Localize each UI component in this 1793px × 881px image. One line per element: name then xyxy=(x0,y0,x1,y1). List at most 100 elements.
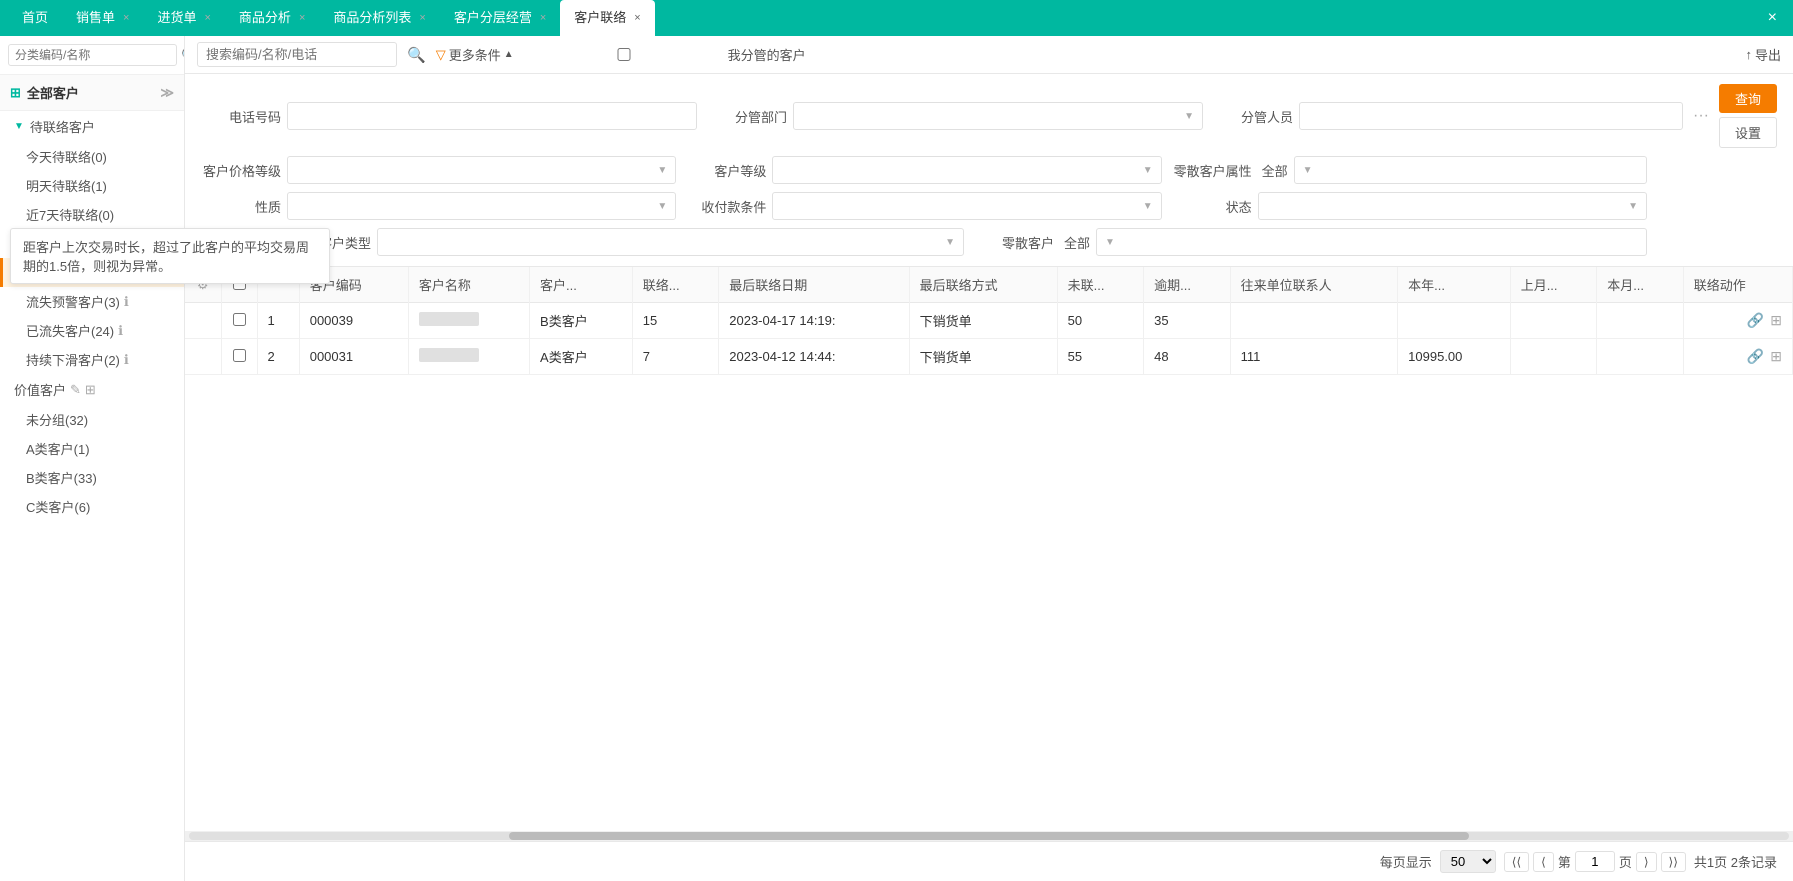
scrollbar-thumb[interactable] xyxy=(509,832,1469,840)
chevron-down-icon-9: ▼ xyxy=(1105,237,1115,248)
sidebar-item-churn-warning[interactable]: 流失预警客户(3) ℹ xyxy=(0,287,184,316)
sidebar-pending-group[interactable]: ▼ 待联络客户 xyxy=(0,111,184,142)
row-2-checkbox[interactable] xyxy=(233,349,246,362)
page-label: 第 xyxy=(1558,852,1571,871)
dots-button[interactable]: ··· xyxy=(1693,107,1709,125)
td-lastmonth-2 xyxy=(1510,339,1597,375)
row-1-checkbox[interactable] xyxy=(233,313,246,326)
top-navigation: 首页 销售单 × 进货单 × 商品分析 × 商品分析列表 × 客户分层经营 × … xyxy=(0,0,1793,36)
sidebar-item-churned[interactable]: 已流失客户(24) ℹ xyxy=(0,316,184,345)
nav-sales-close[interactable]: × xyxy=(123,0,129,36)
td-type-2: A类客户 xyxy=(530,339,633,375)
query-button[interactable]: 查询 xyxy=(1719,84,1777,113)
th-last-method: 最后联络方式 xyxy=(909,267,1057,303)
sidebar-item-ungroup[interactable]: 未分组(32) xyxy=(0,405,184,434)
filter-status-select[interactable]: ▼ xyxy=(1258,192,1647,220)
filter-nature-select[interactable]: ▼ xyxy=(287,192,676,220)
sidebar-item-today[interactable]: 今天待联络(0) xyxy=(0,142,184,171)
link-icon-1[interactable]: 🔗 xyxy=(1747,312,1764,329)
th-last-date: 最后联络日期 xyxy=(719,267,909,303)
last-method-link-1[interactable]: 下销货单 xyxy=(920,314,972,329)
td-actions-1: 🔗 ⊞ xyxy=(1683,303,1792,339)
sidebar-item-class-b[interactable]: B类客户(33) xyxy=(0,463,184,492)
nav-sales[interactable]: 销售单 × xyxy=(62,0,143,36)
page-number-input[interactable] xyxy=(1575,851,1615,872)
filter-price-level-select[interactable]: ▼ xyxy=(287,156,676,184)
nav-analysis[interactable]: 商品分析 × xyxy=(225,0,319,36)
sidebar-item-ungroup-label: 未分组(32) xyxy=(26,410,88,429)
sidebar-item-7days[interactable]: 近7天待联络(0) xyxy=(0,200,184,229)
sidebar-search-input[interactable] xyxy=(8,44,177,66)
filter-payment-select[interactable]: ▼ xyxy=(772,192,1161,220)
filter-retail-attr-select[interactable]: ▼ xyxy=(1294,156,1647,184)
td-code-2: 000031 xyxy=(299,339,408,375)
nav-customer-segment[interactable]: 客户分层经营 × xyxy=(440,0,560,36)
my-customers-checkbox-wrap[interactable]: 我分管的客户 xyxy=(524,45,806,64)
grid-icon-2[interactable]: ⊞ xyxy=(1770,348,1782,365)
filter-phone-label: 电话号码 xyxy=(201,107,281,126)
config-icon[interactable]: ⊞ xyxy=(85,382,96,398)
my-customers-checkbox[interactable] xyxy=(524,48,724,61)
filter-dept-select[interactable]: ▼ xyxy=(793,102,1203,130)
td-lastmethod-2: 下销货单 xyxy=(909,339,1057,375)
nav-home[interactable]: 首页 xyxy=(8,0,62,36)
sidebar-item-declining[interactable]: 持续下滑客户(2) ℹ xyxy=(0,345,184,374)
filter-cell-customer-level: 客户等级 ▼ xyxy=(686,156,1161,184)
sidebar-pending-label: 待联络客户 xyxy=(30,117,95,136)
td-lastmonth-1 xyxy=(1510,303,1597,339)
nav-analysis-close[interactable]: × xyxy=(299,0,305,36)
prev-page-button[interactable]: ⟨ xyxy=(1533,852,1554,872)
filter-customer-level-label: 客户等级 xyxy=(686,161,766,180)
td-overdue-2: 48 xyxy=(1144,339,1231,375)
last-page-button[interactable]: ⟩⟩ xyxy=(1661,852,1686,872)
sidebar-item-7days-label: 近7天待联络(0) xyxy=(26,205,114,224)
export-icon: ↑ xyxy=(1745,47,1752,62)
nav-purchase-close[interactable]: × xyxy=(204,0,210,36)
td-contacts-2: 111 xyxy=(1230,339,1398,375)
sidebar-item-tomorrow[interactable]: 明天待联络(1) xyxy=(0,171,184,200)
filter-phone-input[interactable] xyxy=(287,102,697,130)
sidebar-item-class-c[interactable]: C类客户(6) xyxy=(0,492,184,521)
link-icon-2[interactable]: 🔗 xyxy=(1747,348,1764,365)
more-filters-button[interactable]: ▽ 更多条件 ▲ xyxy=(436,45,514,64)
tooltip-box: 距客户上次交易时长，超过了此客户的平均交易周期的1.5倍，则视为异常。 xyxy=(10,228,330,284)
window-close-button[interactable]: × xyxy=(1760,9,1785,27)
next-page-button[interactable]: ⟩ xyxy=(1636,852,1657,872)
first-page-button[interactable]: ⟨⟨ xyxy=(1504,852,1529,872)
nav-purchase[interactable]: 进货单 × xyxy=(143,0,224,36)
last-method-link-2[interactable]: 下销货单 xyxy=(920,350,972,365)
nav-analysis-list-close[interactable]: × xyxy=(419,0,425,36)
horizontal-scrollbar[interactable] xyxy=(185,831,1793,841)
filter-retail-customer-select[interactable]: ▼ xyxy=(1096,228,1647,256)
th-this-year: 本年... xyxy=(1398,267,1511,303)
nav-customer-segment-close[interactable]: × xyxy=(540,0,546,36)
nav-customer-contact[interactable]: 客户联络 × xyxy=(560,0,654,36)
search-input[interactable] xyxy=(197,42,397,67)
sidebar-collapse-button[interactable]: ≫ xyxy=(160,85,174,101)
filter-customer-type-select[interactable]: ▼ xyxy=(377,228,964,256)
filter-person-select[interactable] xyxy=(1299,102,1683,130)
filter-cell-phone: 电话号码 xyxy=(201,102,697,130)
export-button[interactable]: ↑ 导出 xyxy=(1745,45,1781,64)
settings-button[interactable]: 设置 xyxy=(1719,117,1777,148)
nav-analysis-label: 商品分析 xyxy=(239,0,291,36)
nav-customer-contact-close[interactable]: × xyxy=(634,0,640,36)
th-type: 客户... xyxy=(530,267,633,303)
edit-icon[interactable]: ✎ xyxy=(70,382,81,398)
nav-customer-segment-label: 客户分层经营 xyxy=(454,0,532,36)
toolbar: 🔍 ▽ 更多条件 ▲ 我分管的客户 ↑ 导出 xyxy=(185,36,1793,74)
filter-customer-level-select[interactable]: ▼ xyxy=(772,156,1161,184)
sidebar-item-class-a[interactable]: A类客户(1) xyxy=(0,434,184,463)
td-uncontacted-2: 55 xyxy=(1057,339,1144,375)
sidebar-item-class-b-label: B类客户(33) xyxy=(26,468,97,487)
nav-analysis-list[interactable]: 商品分析列表 × xyxy=(319,0,439,36)
export-label: 导出 xyxy=(1755,45,1781,64)
action-icons-2: 🔗 ⊞ xyxy=(1694,348,1782,365)
grid-icon-1[interactable]: ⊞ xyxy=(1770,312,1782,329)
per-page-select[interactable]: 50 20 100 xyxy=(1440,850,1496,873)
sidebar-item-class-a-label: A类客户(1) xyxy=(26,439,90,458)
sidebar-value-group-label: 价值客户 xyxy=(14,380,66,399)
sidebar-item-declining-label: 持续下滑客户(2) xyxy=(26,350,120,369)
filter-payment-label: 收付款条件 xyxy=(686,197,766,216)
search-button[interactable]: 🔍 xyxy=(407,46,426,64)
